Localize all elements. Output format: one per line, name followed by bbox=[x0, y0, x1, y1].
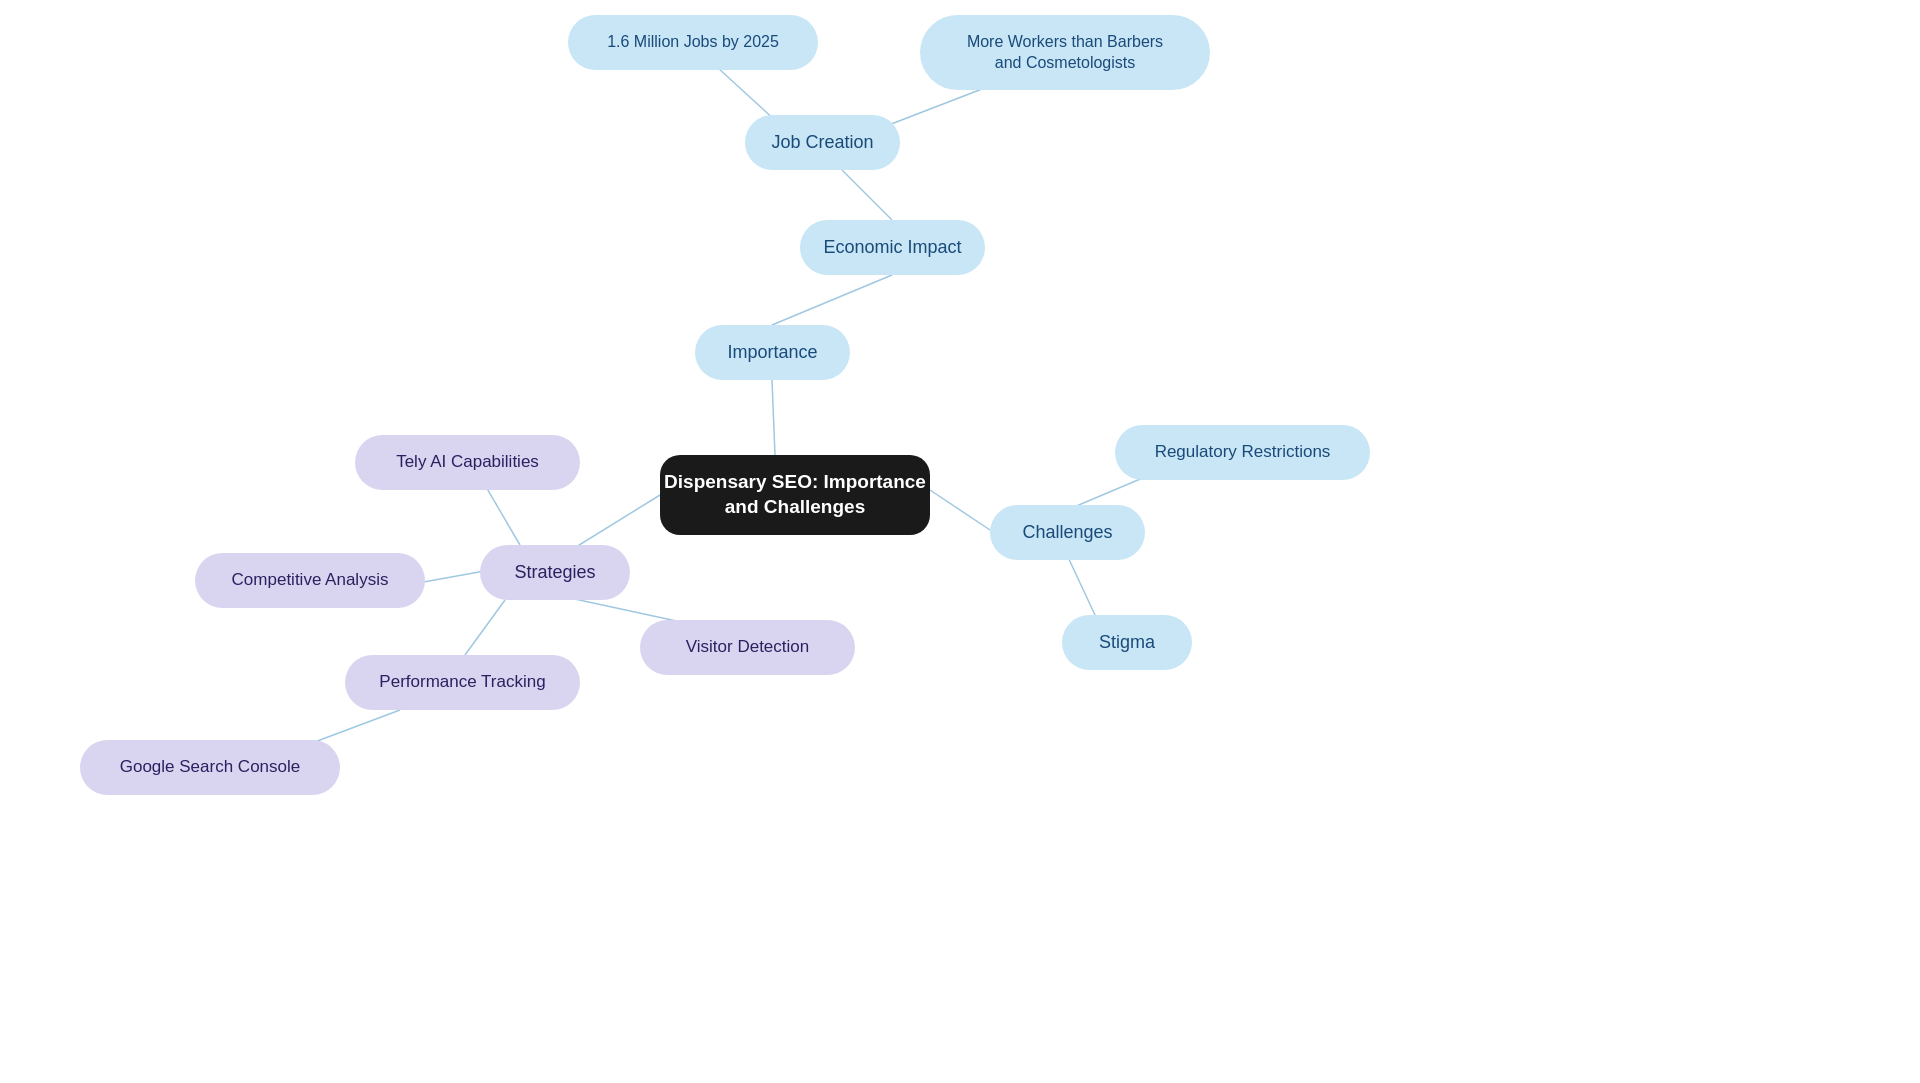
million-jobs-node: 1.6 Million Jobs by 2025 bbox=[568, 15, 818, 70]
stigma-node: Stigma bbox=[1062, 615, 1192, 670]
economic-impact-node: Economic Impact bbox=[800, 220, 985, 275]
challenges-node: Challenges bbox=[990, 505, 1145, 560]
strategies-node: Strategies bbox=[480, 545, 630, 600]
regulatory-node: Regulatory Restrictions bbox=[1115, 425, 1370, 480]
job-creation-node: Job Creation bbox=[745, 115, 900, 170]
more-workers-node: More Workers than Barbers and Cosmetolog… bbox=[920, 15, 1210, 90]
svg-line-7 bbox=[1067, 555, 1095, 615]
svg-line-5 bbox=[930, 490, 990, 530]
svg-line-11 bbox=[465, 600, 505, 655]
center-node: Dispensary SEO: Importance and Challenge… bbox=[660, 455, 930, 535]
google-console-node: Google Search Console bbox=[80, 740, 340, 795]
visitor-node: Visitor Detection bbox=[640, 620, 855, 675]
performance-node: Performance Tracking bbox=[345, 655, 580, 710]
svg-line-0 bbox=[772, 380, 775, 455]
svg-line-1 bbox=[772, 275, 892, 325]
importance-node: Importance bbox=[695, 325, 850, 380]
competitive-node: Competitive Analysis bbox=[195, 553, 425, 608]
tely-ai-node: Tely AI Capabilities bbox=[355, 435, 580, 490]
svg-line-2 bbox=[842, 170, 892, 220]
